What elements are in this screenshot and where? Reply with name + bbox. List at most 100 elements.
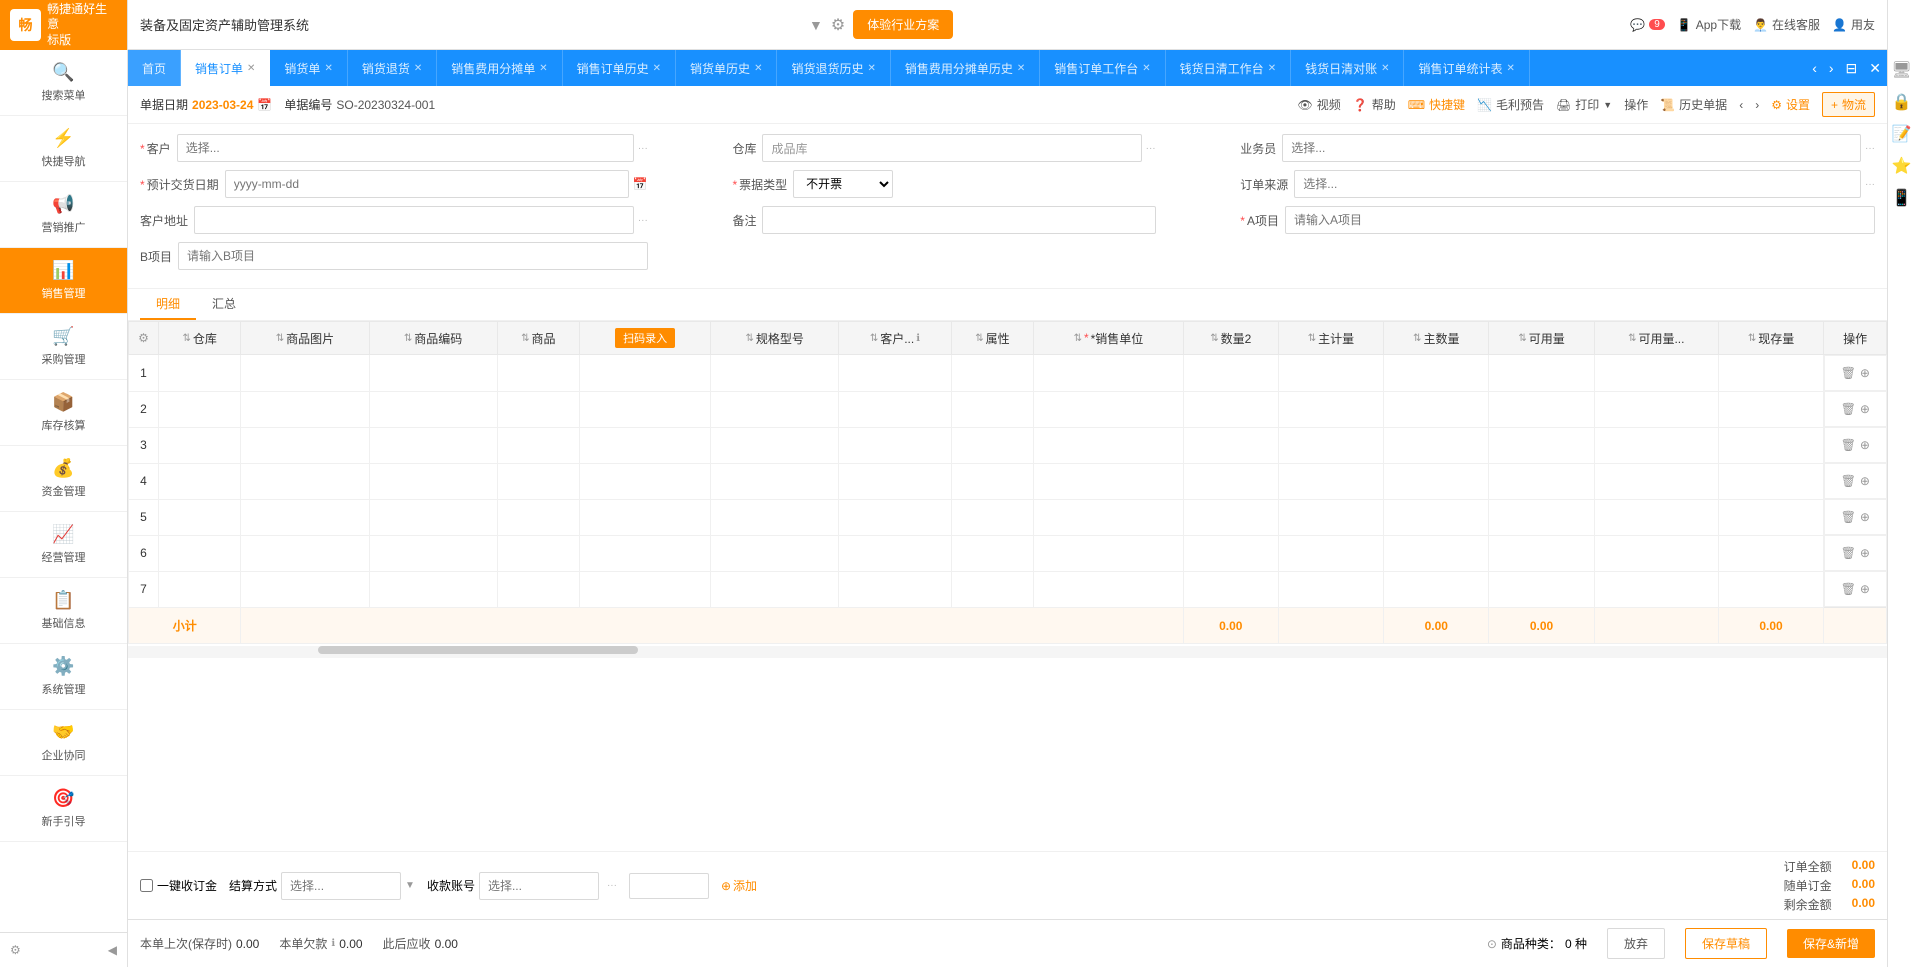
sort-icon[interactable]: ⇅ bbox=[1748, 333, 1756, 344]
sidebar-item-finance[interactable]: 💰 资金管理 bbox=[0, 446, 127, 512]
tab-cash-daily-clear[interactable]: 钱货日清工作台 ✕ bbox=[1166, 50, 1291, 86]
tab-summary[interactable]: 汇总 bbox=[196, 289, 252, 320]
message-button[interactable]: 💬 9 bbox=[1630, 18, 1665, 32]
right-star-icon[interactable]: ⭐ bbox=[1892, 156, 1912, 176]
row-delete-icon[interactable]: 🗑 bbox=[1841, 510, 1856, 524]
tab-close-icon[interactable]: ✕ bbox=[1142, 63, 1150, 74]
salesperson-input[interactable] bbox=[1282, 134, 1861, 162]
view-button[interactable]: 👁 视频 bbox=[1298, 96, 1341, 113]
right-monitor-icon[interactable]: 🖥 bbox=[1891, 60, 1911, 80]
tab-detail[interactable]: 明细 bbox=[140, 289, 196, 320]
row-copy-icon[interactable]: ⊕ bbox=[1860, 474, 1870, 488]
tab-cash-daily-reconcile[interactable]: 钱货日清对账 ✕ bbox=[1291, 50, 1404, 86]
tab-sales-order[interactable]: 销售订单 ✕ bbox=[181, 50, 270, 86]
sidebar-item-search[interactable]: 🔍 搜索菜单 bbox=[0, 50, 127, 116]
tab-close-icon[interactable]: ✕ bbox=[1381, 63, 1389, 74]
row-copy-icon[interactable]: ⊕ bbox=[1860, 438, 1870, 452]
sort-icon[interactable]: ⇅ bbox=[870, 333, 878, 344]
solution-button[interactable]: 体验行业方案 bbox=[853, 10, 953, 39]
sort-icon[interactable]: ⇅ bbox=[1210, 333, 1218, 344]
tab-close-icon[interactable]: ✕ bbox=[867, 63, 875, 74]
table-scrollbar[interactable] bbox=[128, 646, 1887, 658]
help-button[interactable]: ❓ 帮助 bbox=[1353, 96, 1396, 113]
add-material-btn[interactable]: +物流 bbox=[1822, 92, 1875, 117]
tab-close-all-button[interactable]: ✕ bbox=[1863, 50, 1887, 86]
tab-close-icon[interactable]: ✕ bbox=[1017, 63, 1025, 74]
add-payment-button[interactable]: ⊕ 添加 bbox=[721, 877, 757, 894]
order-source-input[interactable] bbox=[1294, 170, 1861, 198]
column-setting-icon[interactable]: ⚙ bbox=[138, 331, 149, 345]
customer-address-input[interactable] bbox=[194, 206, 634, 234]
right-mobile-icon[interactable]: 📱 bbox=[1892, 188, 1912, 208]
sidebar-item-corp[interactable]: 🤝 企业协同 bbox=[0, 710, 127, 776]
customer-dots-icon[interactable]: ··· bbox=[638, 143, 648, 154]
tab-sales-return[interactable]: 销货单 ✕ bbox=[270, 50, 347, 86]
tab-sales-fee-history[interactable]: 销售费用分摊单历史 ✕ bbox=[891, 50, 1040, 86]
app-download-button[interactable]: 📱 App下载 bbox=[1677, 16, 1741, 33]
right-lock-icon[interactable]: 🔒 bbox=[1892, 92, 1912, 112]
sort-icon[interactable]: ⇅ bbox=[745, 333, 753, 344]
sort-icon[interactable]: ⇅ bbox=[1518, 333, 1526, 344]
profit-button[interactable]: 📉 毛利预告 bbox=[1477, 96, 1544, 113]
operate-button[interactable]: 操作 bbox=[1624, 96, 1648, 113]
tab-sales-refund[interactable]: 销货退货 ✕ bbox=[348, 50, 437, 86]
sidebar-item-sales[interactable]: 📊 销售管理 bbox=[0, 248, 127, 314]
discard-button[interactable]: 放弃 bbox=[1607, 928, 1665, 959]
collapse-icon[interactable]: ◀ bbox=[108, 943, 117, 957]
nav-prev-btn[interactable]: ‹ bbox=[1739, 98, 1743, 112]
tab-sales-return-history[interactable]: 销货单历史 ✕ bbox=[676, 50, 777, 86]
tab-close-icon[interactable]: ✕ bbox=[754, 63, 762, 74]
sort-icon[interactable]: ⇅ bbox=[1413, 333, 1421, 344]
sidebar-item-system[interactable]: ⚙️ 系统管理 bbox=[0, 644, 127, 710]
settings-bottom-icon[interactable]: ⚙ bbox=[10, 943, 21, 957]
print-button[interactable]: 🖨 打印 ▼ bbox=[1556, 96, 1612, 113]
tab-sales-refund-history[interactable]: 销货退货历史 ✕ bbox=[777, 50, 890, 86]
tab-close-icon[interactable]: ✕ bbox=[1268, 63, 1276, 74]
customer-input[interactable] bbox=[177, 134, 634, 162]
warehouse-dots-icon[interactable]: ··· bbox=[1146, 143, 1156, 154]
online-service-button[interactable]: 👨‍💼 在线客服 bbox=[1753, 16, 1820, 33]
row-copy-icon[interactable]: ⊕ bbox=[1860, 582, 1870, 596]
sidebar-item-marketing[interactable]: 📢 营销推广 bbox=[0, 182, 127, 248]
dropdown-arrow-icon[interactable]: ▼ bbox=[809, 17, 823, 33]
scan-button[interactable]: 扫码录入 bbox=[615, 328, 675, 348]
nav-next-btn[interactable]: › bbox=[1755, 98, 1759, 112]
one-key-payment-checkbox[interactable] bbox=[140, 879, 153, 892]
sidebar-item-purchase[interactable]: 🛒 采购管理 bbox=[0, 314, 127, 380]
row-copy-icon[interactable]: ⊕ bbox=[1860, 546, 1870, 560]
sort-icon[interactable]: ⇅ bbox=[276, 333, 284, 344]
sidebar-item-inventory[interactable]: 📦 库存核算 bbox=[0, 380, 127, 446]
sort-icon[interactable]: ⇅ bbox=[975, 333, 983, 344]
sort-icon[interactable]: ⇅ bbox=[1628, 333, 1636, 344]
delivery-date-input[interactable] bbox=[225, 170, 629, 198]
row-delete-icon[interactable]: 🗑 bbox=[1841, 402, 1856, 416]
address-dots-icon[interactable]: ··· bbox=[638, 215, 648, 226]
tab-close-icon[interactable]: ✕ bbox=[247, 63, 255, 74]
sidebar-item-guide[interactable]: 🎯 新手引导 bbox=[0, 776, 127, 842]
sidebar-item-quick[interactable]: ⚡ 快捷导航 bbox=[0, 116, 127, 182]
tab-close-icon[interactable]: ✕ bbox=[414, 63, 422, 74]
tab-sales-fee-split[interactable]: 销售费用分摊单 ✕ bbox=[437, 50, 562, 86]
settings-right-btn[interactable]: ⚙设置 bbox=[1771, 96, 1810, 113]
account-dots-icon[interactable]: ··· bbox=[607, 880, 617, 891]
right-edit-icon[interactable]: 📝 bbox=[1892, 124, 1912, 144]
sort-icon[interactable]: ⇅ bbox=[1308, 333, 1316, 344]
shortcut-button[interactable]: ⌨ 快捷键 bbox=[1408, 96, 1465, 113]
tab-close-icon[interactable]: ✕ bbox=[653, 63, 661, 74]
col-setting[interactable]: ⚙ bbox=[129, 322, 159, 355]
row-copy-icon[interactable]: ⊕ bbox=[1860, 510, 1870, 524]
sidebar-item-base[interactable]: 📋 基础信息 bbox=[0, 578, 127, 644]
sidebar-item-operation[interactable]: 📈 经营管理 bbox=[0, 512, 127, 578]
settings-icon[interactable]: ⚙ bbox=[831, 15, 845, 35]
row-delete-icon[interactable]: 🗑 bbox=[1841, 582, 1856, 596]
calendar-icon[interactable]: 📅 bbox=[257, 98, 272, 112]
amount-input[interactable]: 0.00 bbox=[629, 873, 709, 899]
save-new-button[interactable]: 保存&新增 bbox=[1787, 929, 1875, 958]
scrollbar-thumb[interactable] bbox=[318, 646, 638, 654]
calendar-small-icon[interactable]: 📅 bbox=[633, 177, 648, 191]
tab-sales-stat[interactable]: 销售订单统计表 ✕ bbox=[1404, 50, 1529, 86]
tab-sales-order-workbench[interactable]: 销售订单工作台 ✕ bbox=[1040, 50, 1165, 86]
row-delete-icon[interactable]: 🗑 bbox=[1841, 474, 1856, 488]
tab-sales-order-history[interactable]: 销售订单历史 ✕ bbox=[563, 50, 676, 86]
tab-next-button[interactable]: › bbox=[1823, 50, 1840, 86]
